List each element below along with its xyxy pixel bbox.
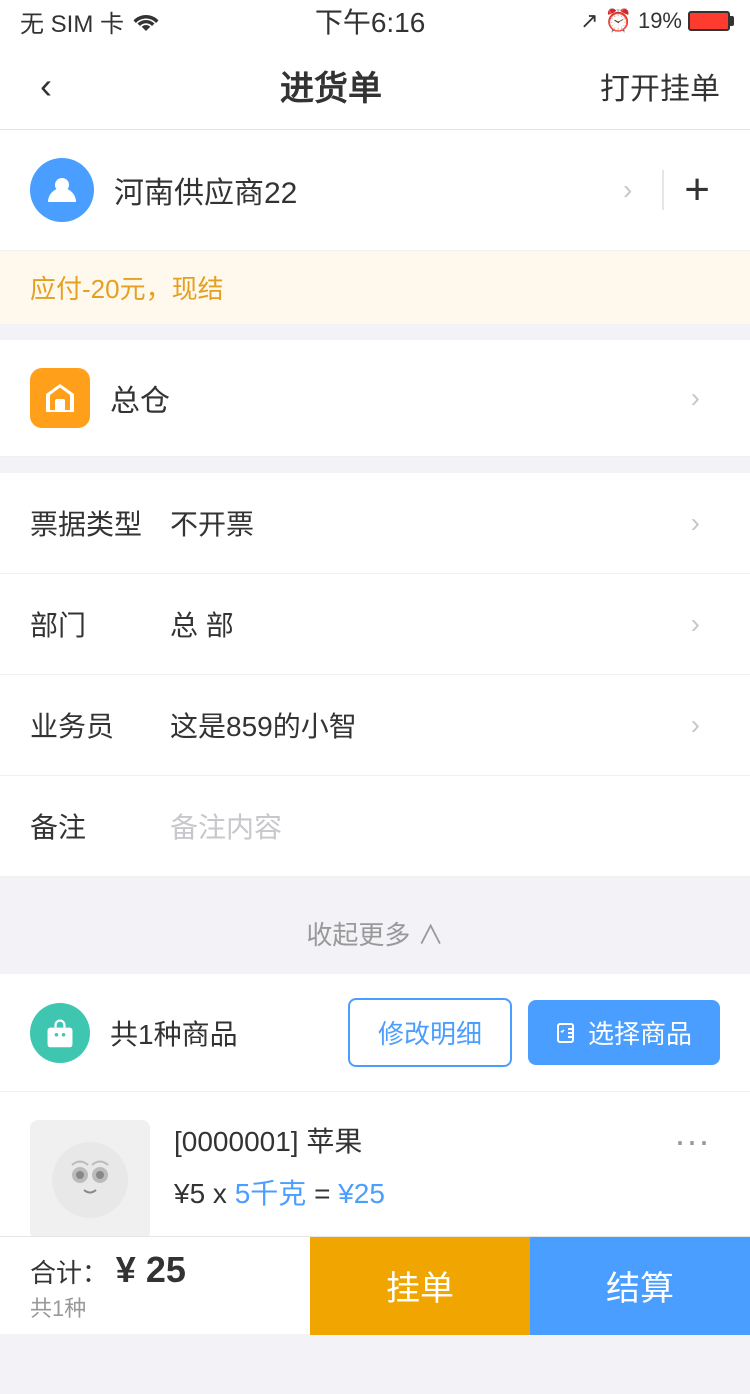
dept-chevron: › <box>691 608 700 640</box>
supplier-name: 河南供应商22 <box>114 168 623 212</box>
warehouse-name: 总仓 <box>110 376 691 420</box>
warehouse-icon-wrap <box>30 368 90 428</box>
form-row-ticket[interactable]: 票据类型 不开票 › <box>0 473 750 574</box>
alarm-icon: ⏰ <box>605 8 632 34</box>
form-key-dept: 部门 <box>30 604 170 644</box>
status-bar: 无 SIM 卡 下午6:16 ↗ ⏰ 19% <box>0 0 750 42</box>
bag-icon <box>44 1017 76 1049</box>
nav-bar: ‹ 进货单 打开挂单 <box>0 42 750 130</box>
form-key-ticket: 票据类型 <box>30 503 170 543</box>
select-product-button[interactable]: 选择商品 <box>528 1000 720 1065</box>
battery-icon <box>688 11 730 31</box>
total-amount: ¥ 25 <box>116 1249 186 1290</box>
product-name: [0000001] 苹果 <box>174 1120 664 1160</box>
page-title: 进货单 <box>280 61 382 110</box>
supplier-avatar <box>30 158 94 222</box>
products-count: 共1种商品 <box>110 1013 348 1053</box>
open-hang-button[interactable]: 打开挂单 <box>600 64 720 108</box>
form-value-remark: 备注内容 <box>170 806 720 846</box>
status-time: 下午6:16 <box>315 1 426 41</box>
content: 河南供应商22 › + 应付-20元，现结 总仓 › 票据类型 不开票 › <box>0 130 750 1394</box>
checkout-button[interactable]: 结算 <box>530 1237 750 1335</box>
form-row-salesman[interactable]: 业务员 这是859的小智 › <box>0 675 750 776</box>
divider <box>662 170 664 210</box>
products-card: 共1种商品 修改明细 选择商品 <box>0 974 750 1268</box>
status-carrier: 无 SIM 卡 <box>20 4 160 39</box>
status-right: ↗ ⏰ 19% <box>580 8 730 34</box>
form-row-remark[interactable]: 备注 备注内容 <box>0 776 750 877</box>
location-icon: ↗ <box>580 8 598 34</box>
warehouse-chevron: › <box>691 382 700 414</box>
footer-total: 合计： ¥ 25 共1种 <box>0 1249 310 1323</box>
total-count: 共1种 <box>30 1291 280 1323</box>
warehouse-icon <box>43 381 77 415</box>
product-info: [0000001] 苹果 ¥5 x 5千克 = ¥25 <box>174 1120 664 1212</box>
form-card: 票据类型 不开票 › 部门 总 部 › 业务员 这是859的小智 › 备注 备注… <box>0 473 750 877</box>
product-menu-button[interactable]: ··· <box>664 1120 720 1162</box>
supplier-card: 河南供应商22 › + 应付-20元，现结 <box>0 130 750 324</box>
wifi-icon <box>132 11 160 31</box>
form-value-salesman: 这是859的小智 <box>170 705 691 745</box>
form-key-remark: 备注 <box>30 806 170 846</box>
total-label: 合计： <box>30 1258 108 1288</box>
salesman-chevron: › <box>691 709 700 741</box>
product-thumbnail <box>30 1120 150 1240</box>
warehouse-card: 总仓 › <box>0 340 750 457</box>
edit-detail-button[interactable]: 修改明细 <box>348 998 512 1067</box>
form-key-salesman: 业务员 <box>30 705 170 745</box>
add-supplier-button[interactable]: + <box>674 168 720 212</box>
products-icon-wrap <box>30 1003 90 1063</box>
collapse-toggle[interactable]: 收起更多 ∧ <box>0 893 750 974</box>
warehouse-row[interactable]: 总仓 › <box>0 340 750 457</box>
form-row-dept[interactable]: 部门 总 部 › <box>0 574 750 675</box>
warning-banner: 应付-20元，现结 <box>0 251 750 324</box>
ticket-chevron: › <box>691 507 700 539</box>
form-value-ticket: 不开票 <box>170 503 691 543</box>
products-header: 共1种商品 修改明细 选择商品 <box>0 974 750 1092</box>
product-price: ¥5 x 5千克 = ¥25 <box>174 1172 664 1212</box>
back-button[interactable]: ‹ <box>30 55 62 117</box>
person-icon <box>44 172 80 208</box>
supplier-chevron: › <box>623 174 632 206</box>
product-thumb-image <box>50 1140 130 1220</box>
select-product-icon <box>556 1021 580 1045</box>
supplier-row[interactable]: 河南供应商22 › + <box>0 130 750 251</box>
footer: 合计： ¥ 25 共1种 挂单 结算 <box>0 1236 750 1334</box>
form-value-dept: 总 部 <box>170 604 691 644</box>
hang-button[interactable]: 挂单 <box>310 1237 530 1335</box>
